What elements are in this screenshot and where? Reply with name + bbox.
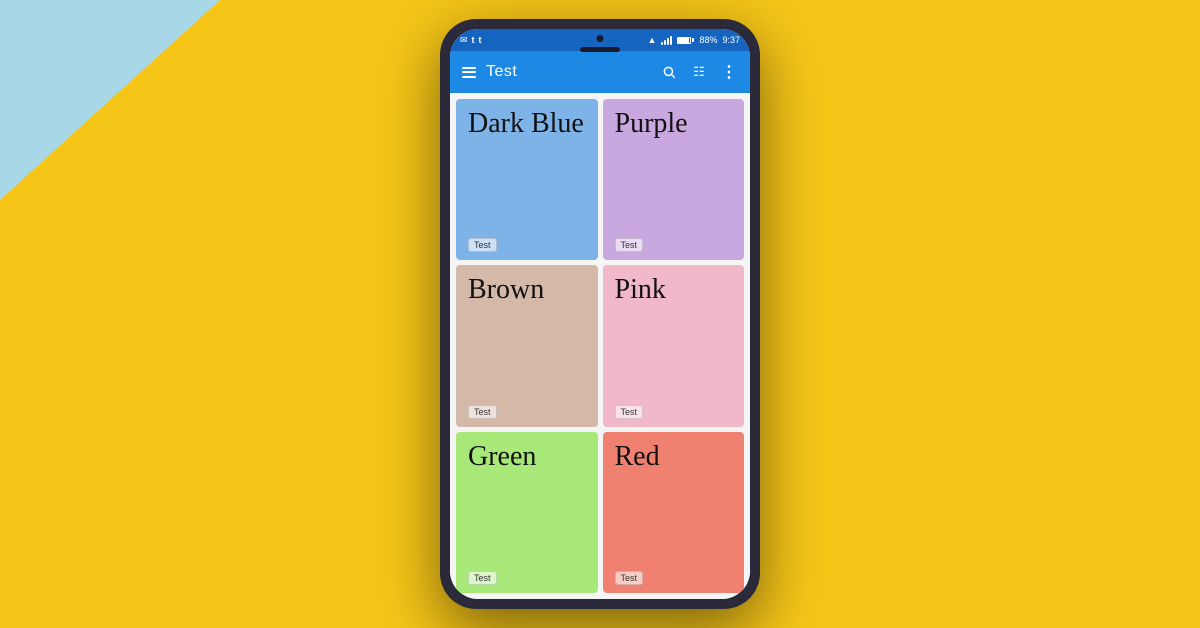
card-purple-title: Purple bbox=[615, 109, 733, 140]
card-pink[interactable]: Pink Test bbox=[603, 265, 745, 426]
card-dark-blue[interactable]: Dark Blue Test bbox=[456, 99, 598, 260]
twitter-icon-2: t bbox=[479, 35, 482, 45]
card-pink-title: Pink bbox=[615, 275, 733, 306]
speaker-grill bbox=[580, 47, 620, 52]
card-brown-badge: Test bbox=[468, 405, 497, 419]
card-red[interactable]: Red Test bbox=[603, 432, 745, 593]
more-options-button[interactable]: ⋮ bbox=[720, 63, 738, 81]
signal-icon bbox=[661, 36, 672, 45]
card-brown[interactable]: Brown Test bbox=[456, 265, 598, 426]
twitter-icon-1: t bbox=[472, 35, 475, 45]
card-purple-badge: Test bbox=[615, 238, 644, 252]
card-purple[interactable]: Purple Test bbox=[603, 99, 745, 260]
message-icon: ✉ bbox=[460, 35, 468, 46]
phone-device: ✉ t t ▲ bbox=[440, 19, 760, 609]
card-pink-badge: Test bbox=[615, 405, 644, 419]
card-grid: Dark Blue Test Purple Test Brown Test Pi… bbox=[450, 93, 750, 599]
card-dark-blue-badge: Test bbox=[468, 238, 497, 252]
front-camera bbox=[597, 35, 604, 42]
card-red-title: Red bbox=[615, 442, 733, 473]
background-corner bbox=[0, 0, 220, 200]
card-green-badge: Test bbox=[468, 571, 497, 585]
app-title: Test bbox=[486, 63, 650, 81]
card-brown-title: Brown bbox=[468, 275, 586, 306]
hamburger-menu-button[interactable] bbox=[462, 67, 476, 78]
card-green[interactable]: Green Test bbox=[456, 432, 598, 593]
app-toolbar: Test ☷ ⋮ bbox=[450, 51, 750, 93]
battery-icon bbox=[677, 37, 694, 44]
toolbar-action-icons: ☷ ⋮ bbox=[660, 63, 738, 81]
search-button[interactable] bbox=[660, 63, 678, 81]
card-green-title: Green bbox=[468, 442, 586, 473]
phone-screen: ✉ t t ▲ bbox=[450, 29, 750, 599]
status-left-icons: ✉ t t bbox=[460, 35, 482, 46]
card-red-badge: Test bbox=[615, 571, 644, 585]
wifi-icon: ▲ bbox=[648, 35, 657, 45]
battery-percent: 88% bbox=[699, 35, 717, 45]
clock: 9:37 bbox=[722, 35, 740, 45]
card-dark-blue-title: Dark Blue bbox=[468, 109, 586, 140]
list-view-button[interactable]: ☷ bbox=[690, 63, 708, 81]
status-right-icons: ▲ 88% 9:37 bbox=[648, 35, 740, 45]
